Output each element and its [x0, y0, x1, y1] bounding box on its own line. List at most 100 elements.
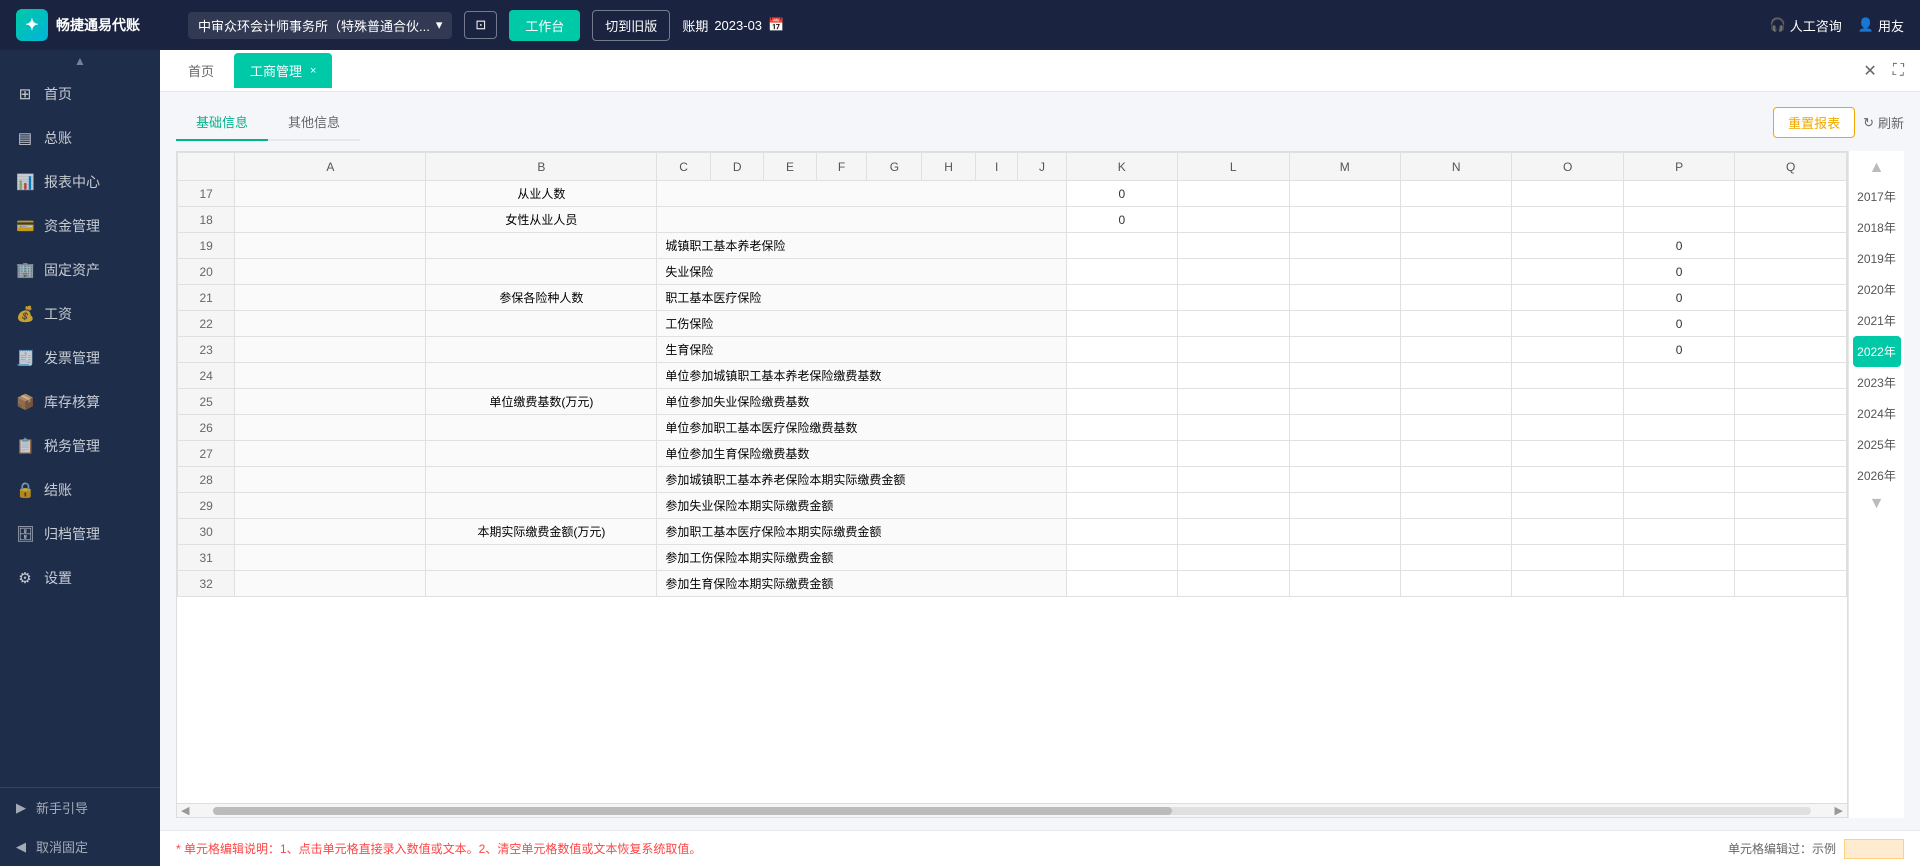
cell-20-B[interactable]	[426, 259, 657, 285]
cell-26-Q[interactable]	[1735, 415, 1847, 441]
close-tab-btn[interactable]: ✕	[1859, 57, 1880, 85]
cell-17-B[interactable]: 从业人数	[426, 181, 657, 207]
cell-21-P[interactable]: 0	[1623, 285, 1734, 311]
sidebar-bottom-guide[interactable]: ▶ 新手引导	[0, 788, 160, 827]
cell-24-K[interactable]	[1066, 363, 1177, 389]
cell-32-O[interactable]	[1512, 571, 1623, 597]
cell-20-Q[interactable]	[1735, 259, 1847, 285]
cell-17-C[interactable]	[657, 181, 1066, 207]
cell-31-M[interactable]	[1289, 545, 1400, 571]
cell-25-A[interactable]	[235, 389, 426, 415]
year-item-2020年[interactable]: 2020年	[1853, 274, 1901, 305]
cell-20-A[interactable]	[235, 259, 426, 285]
workbench-button[interactable]: 工作台	[509, 10, 580, 41]
switch-version-button[interactable]: 切到旧版	[592, 10, 670, 41]
cell-18-O[interactable]	[1512, 207, 1623, 233]
cell-26-O[interactable]	[1512, 415, 1623, 441]
cell-22-K[interactable]	[1066, 311, 1177, 337]
cell-21-C[interactable]: 职工基本医疗保险	[657, 285, 1066, 311]
sidebar-item-home[interactable]: ⊞ 首页	[0, 72, 160, 116]
cell-26-P[interactable]	[1623, 415, 1734, 441]
cell-26-K[interactable]	[1066, 415, 1177, 441]
cell-19-N[interactable]	[1400, 233, 1511, 259]
cell-19-A[interactable]	[235, 233, 426, 259]
cell-19-M[interactable]	[1289, 233, 1400, 259]
cell-31-K[interactable]	[1066, 545, 1177, 571]
cell-22-L[interactable]	[1178, 311, 1289, 337]
cell-23-C[interactable]: 生育保险	[657, 337, 1066, 363]
sidebar-item-tax[interactable]: 📋 税务管理	[0, 424, 160, 468]
cell-24-A[interactable]	[235, 363, 426, 389]
cell-25-P[interactable]	[1623, 389, 1734, 415]
cell-20-O[interactable]	[1512, 259, 1623, 285]
company-selector[interactable]: 中审众环会计师事务所（特殊普通合伙... ▾	[188, 12, 452, 39]
cell-27-Q[interactable]	[1735, 441, 1847, 467]
cell-24-P[interactable]	[1623, 363, 1734, 389]
cell-22-O[interactable]	[1512, 311, 1623, 337]
sidebar-item-settings[interactable]: ⚙ 设置	[0, 556, 160, 600]
sidebar-item-closing[interactable]: 🔒 结账	[0, 468, 160, 512]
cell-17-K[interactable]: 0	[1066, 181, 1177, 207]
cell-31-O[interactable]	[1512, 545, 1623, 571]
cell-23-L[interactable]	[1178, 337, 1289, 363]
cell-25-B[interactable]: 单位缴费基数(万元)	[426, 389, 657, 415]
cell-29-N[interactable]	[1400, 493, 1511, 519]
tab-home[interactable]: 首页	[172, 53, 230, 88]
tab-close-business[interactable]: ×	[310, 65, 316, 77]
cell-27-B[interactable]	[426, 441, 657, 467]
year-scroll-down-arrow[interactable]: ▼	[1849, 491, 1904, 517]
cell-32-M[interactable]	[1289, 571, 1400, 597]
cell-22-Q[interactable]	[1735, 311, 1847, 337]
cell-22-C[interactable]: 工伤保险	[657, 311, 1066, 337]
cell-31-L[interactable]	[1178, 545, 1289, 571]
year-item-2024年[interactable]: 2024年	[1853, 398, 1901, 429]
cell-28-C[interactable]: 参加城镇职工基本养老保险本期实际缴费金额	[657, 467, 1066, 493]
year-item-2019年[interactable]: 2019年	[1853, 243, 1901, 274]
cell-18-L[interactable]	[1178, 207, 1289, 233]
cell-17-O[interactable]	[1512, 181, 1623, 207]
cell-23-N[interactable]	[1400, 337, 1511, 363]
cell-32-N[interactable]	[1400, 571, 1511, 597]
cell-28-B[interactable]	[426, 467, 657, 493]
cell-28-A[interactable]	[235, 467, 426, 493]
sidebar-item-ledger[interactable]: ▤ 总账	[0, 116, 160, 160]
cell-32-A[interactable]	[235, 571, 426, 597]
cell-28-L[interactable]	[1178, 467, 1289, 493]
cell-31-P[interactable]	[1623, 545, 1734, 571]
cell-22-A[interactable]	[235, 311, 426, 337]
cell-24-C[interactable]: 单位参加城镇职工基本养老保险缴费基数	[657, 363, 1066, 389]
year-item-2018年[interactable]: 2018年	[1853, 212, 1901, 243]
cell-30-N[interactable]	[1400, 519, 1511, 545]
cell-23-K[interactable]	[1066, 337, 1177, 363]
cell-23-P[interactable]: 0	[1623, 337, 1734, 363]
cell-19-Q[interactable]	[1735, 233, 1847, 259]
cell-27-K[interactable]	[1066, 441, 1177, 467]
cell-31-C[interactable]: 参加工伤保险本期实际缴费金额	[657, 545, 1066, 571]
cell-26-A[interactable]	[235, 415, 426, 441]
cell-30-O[interactable]	[1512, 519, 1623, 545]
cell-30-K[interactable]	[1066, 519, 1177, 545]
cell-32-Q[interactable]	[1735, 571, 1847, 597]
year-item-2026年[interactable]: 2026年	[1853, 460, 1901, 491]
cell-25-O[interactable]	[1512, 389, 1623, 415]
cell-20-K[interactable]	[1066, 259, 1177, 285]
cell-28-K[interactable]	[1066, 467, 1177, 493]
cell-27-N[interactable]	[1400, 441, 1511, 467]
sidebar-item-archive[interactable]: 🗄 归档管理	[0, 512, 160, 556]
cell-27-M[interactable]	[1289, 441, 1400, 467]
reset-report-button[interactable]: 重置报表	[1773, 107, 1855, 138]
cell-22-N[interactable]	[1400, 311, 1511, 337]
cell-30-P[interactable]	[1623, 519, 1734, 545]
cell-27-L[interactable]	[1178, 441, 1289, 467]
cell-28-O[interactable]	[1512, 467, 1623, 493]
cell-26-N[interactable]	[1400, 415, 1511, 441]
cell-27-A[interactable]	[235, 441, 426, 467]
cell-25-L[interactable]	[1178, 389, 1289, 415]
cell-23-M[interactable]	[1289, 337, 1400, 363]
cell-20-L[interactable]	[1178, 259, 1289, 285]
sidebar-item-salary[interactable]: 💰 工资	[0, 292, 160, 336]
cell-19-O[interactable]	[1512, 233, 1623, 259]
cell-20-P[interactable]: 0	[1623, 259, 1734, 285]
refresh-button[interactable]: ↻ 刷新	[1863, 113, 1904, 132]
cell-19-B[interactable]	[426, 233, 657, 259]
